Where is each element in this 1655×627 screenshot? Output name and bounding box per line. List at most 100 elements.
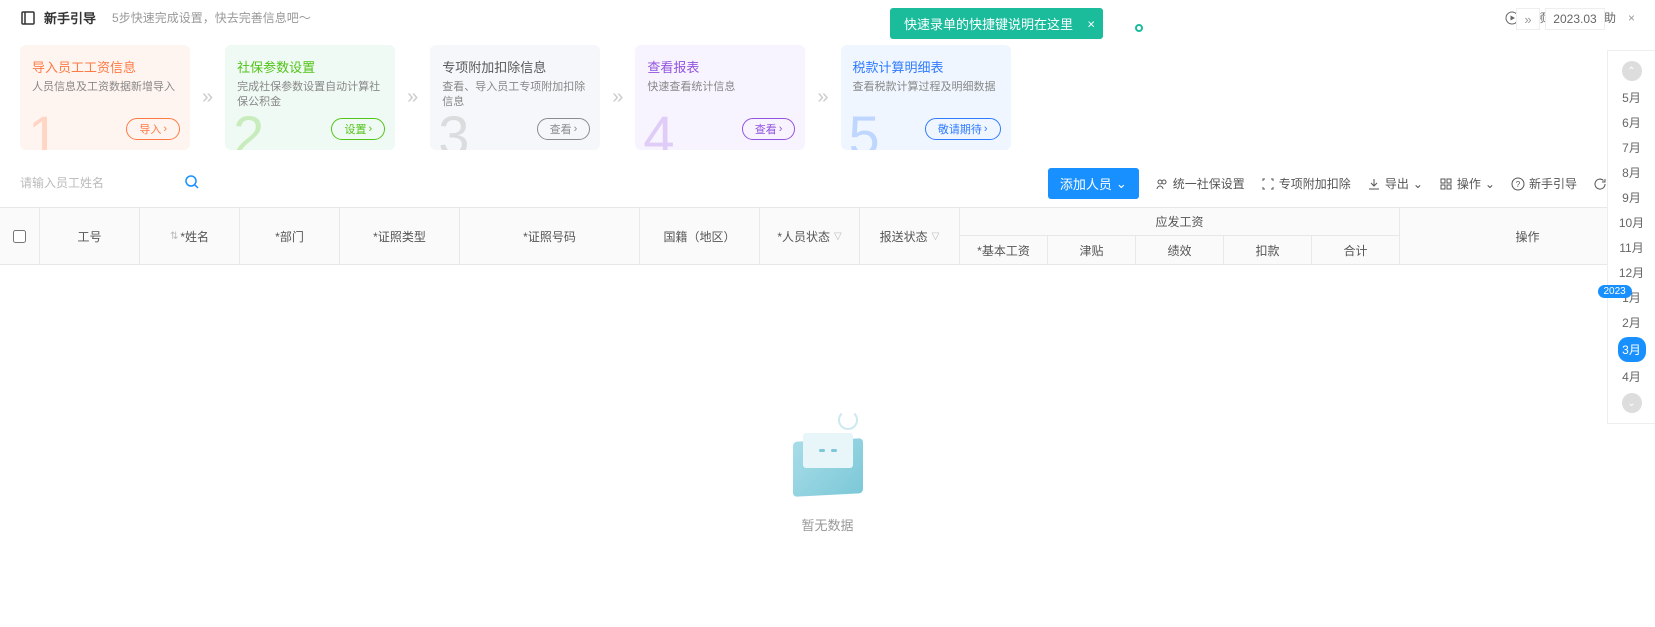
month-sidebar: ⌃ 5月6月7月8月9月10月11月12月20231月2月3月4月 ⌄ (1607, 50, 1655, 424)
col-dept[interactable]: *部门 (240, 208, 340, 264)
step-title: 税款计算明细表 (853, 57, 999, 76)
step-import: 导入员工工资信息 人员信息及工资数据新增导入 1 导入› (20, 45, 190, 150)
year-badge: 2023 (1598, 285, 1632, 298)
month-item[interactable]: 12月 (1618, 260, 1646, 285)
step-number: 3 (438, 103, 469, 150)
chevron-right-icon: › (984, 123, 988, 135)
step-desc: 人员信息及工资数据新增导入 (32, 80, 178, 95)
col-idno[interactable]: *证照号码 (460, 208, 640, 264)
month-item[interactable]: 7月 (1618, 135, 1646, 160)
month-item[interactable]: 9月 (1618, 185, 1646, 210)
chevron-right-icon: » (403, 86, 422, 109)
svg-text:?: ? (1516, 180, 1521, 189)
month-item[interactable]: 3月 (1618, 337, 1646, 362)
step-desc: 查看税款计算过程及明细数据 (853, 80, 999, 95)
col-idtype[interactable]: *证照类型 (340, 208, 460, 264)
step-title: 查看报表 (647, 57, 793, 76)
close-icon[interactable]: × (1628, 11, 1635, 25)
guide-link[interactable]: ? 新手引导 (1511, 175, 1577, 192)
col-allow[interactable]: 津贴 (1048, 236, 1136, 264)
chevron-right-icon: › (163, 123, 167, 135)
banner-text: 快速录单的快捷键说明在这里 (904, 14, 1073, 33)
chevron-right-icon: › (779, 123, 783, 135)
col-total[interactable]: 合计 (1312, 236, 1399, 264)
step-number: 2 (233, 103, 264, 150)
step-tax: 税款计算明细表 查看税款计算过程及明细数据 5 敬请期待› (841, 45, 1011, 150)
settings-button[interactable]: 设置› (331, 118, 385, 140)
col-salary-label: 应发工资 (960, 208, 1399, 236)
filter-icon[interactable]: ▽ (834, 231, 842, 242)
chevron-right-icon: » (813, 86, 832, 109)
step-title: 社保参数设置 (237, 57, 383, 76)
month-item[interactable]: 10月 (1618, 210, 1646, 235)
empty-state: 暂无数据 (0, 265, 1655, 534)
scan-icon (1261, 177, 1275, 191)
step-title: 导入员工工资信息 (32, 57, 178, 76)
col-name[interactable]: ⇅*姓名 (140, 208, 240, 264)
search-icon[interactable] (184, 174, 200, 193)
chevron-down-icon: ⌄ (1116, 176, 1127, 192)
view-button[interactable]: 查看› (742, 118, 796, 140)
sidebar-collapse-button[interactable]: » (1516, 8, 1540, 30)
col-report[interactable]: 报送状态▽ (860, 208, 960, 264)
col-deduct[interactable]: 扣款 (1224, 236, 1312, 264)
month-item[interactable]: 2月 (1618, 310, 1646, 335)
month-item[interactable]: 4月 (1618, 364, 1646, 389)
import-button[interactable]: 导入› (126, 118, 180, 140)
month-item[interactable]: 5月 (1618, 85, 1646, 110)
page-subtitle: 5步快速完成设置，快去完善信息吧～ (112, 9, 311, 26)
col-id[interactable]: 工号 (40, 208, 140, 264)
scroll-down-button[interactable]: ⌄ (1622, 393, 1642, 413)
chevron-down-icon: ⌄ (1485, 177, 1495, 191)
guide-steps: 导入员工工资信息 人员信息及工资数据新增导入 1 导入› » 社保参数设置 完成… (0, 35, 1655, 160)
grid-icon (1439, 177, 1453, 191)
book-icon (20, 10, 36, 26)
add-person-button[interactable]: 添加人员 ⌄ (1048, 168, 1139, 199)
col-perf[interactable]: 绩效 (1136, 236, 1224, 264)
sidebar-year-label[interactable]: 2023.03 (1545, 8, 1605, 30)
step-number: 4 (643, 103, 674, 150)
export-link[interactable]: 导出 ⌄ (1367, 175, 1423, 192)
step-deduction: 专项附加扣除信息 查看、导入员工专项附加扣除信息 3 查看› (430, 45, 600, 150)
month-item[interactable]: 11月 (1618, 235, 1646, 260)
operate-link[interactable]: 操作 ⌄ (1439, 175, 1495, 192)
special-deduction-link[interactable]: 专项附加扣除 (1261, 175, 1351, 192)
step-title: 专项附加扣除信息 (442, 57, 588, 76)
step-desc: 快速查看统计信息 (647, 80, 793, 95)
question-icon: ? (1511, 177, 1525, 191)
col-status[interactable]: *人员状态▽ (760, 208, 860, 264)
month-item[interactable]: 8月 (1618, 160, 1646, 185)
col-nation[interactable]: 国籍（地区） (640, 208, 760, 264)
scroll-up-button[interactable]: ⌃ (1622, 61, 1642, 81)
search-input[interactable] (20, 172, 184, 194)
chevron-down-icon: ⌄ (1413, 177, 1423, 191)
toolbar: 添加人员 ⌄ 统一社保设置 专项附加扣除 导出 ⌄ 操作 ⌄ ? 新手引导 刷新 (0, 160, 1655, 207)
empty-text: 暂无数据 (801, 515, 853, 534)
view-button[interactable]: 查看› (537, 118, 591, 140)
chevron-right-icon: › (574, 123, 578, 135)
refresh-icon (1593, 177, 1607, 191)
coming-soon-button[interactable]: 敬请期待› (925, 118, 1001, 140)
step-number: 5 (849, 103, 880, 150)
hotkey-banner[interactable]: 快速录单的快捷键说明在这里 × (890, 8, 1103, 39)
empty-icon (778, 415, 878, 505)
step-report: 查看报表 快速查看统计信息 4 查看› (635, 45, 805, 150)
col-base[interactable]: *基本工资 (960, 236, 1048, 264)
guide-header: 新手引导 5步快速完成设置，快去完善信息吧～ 快速录单的快捷键说明在这里 × 视… (0, 0, 1655, 35)
step-number: 1 (28, 103, 59, 150)
select-all-checkbox[interactable] (13, 230, 26, 243)
close-icon[interactable]: × (1087, 16, 1095, 31)
filter-icon[interactable]: ▽ (932, 231, 940, 242)
page-title: 新手引导 (44, 8, 96, 27)
chevron-right-icon: › (368, 123, 372, 135)
search-box (20, 172, 200, 195)
employee-table: 工号 ⇅*姓名 *部门 *证照类型 *证照号码 国籍（地区） *人员状态▽ 报送… (0, 207, 1655, 265)
col-salary-group: 应发工资 *基本工资 津贴 绩效 扣款 合计 (960, 208, 1400, 264)
chevron-right-icon: » (198, 86, 217, 109)
select-all-cell (0, 208, 40, 264)
sort-icon: ⇅ (170, 231, 178, 242)
social-settings-link[interactable]: 统一社保设置 (1155, 175, 1245, 192)
step-social: 社保参数设置 完成社保参数设置自动计算社保公积金 2 设置› (225, 45, 395, 150)
people-icon (1155, 177, 1169, 191)
month-item[interactable]: 6月 (1618, 110, 1646, 135)
